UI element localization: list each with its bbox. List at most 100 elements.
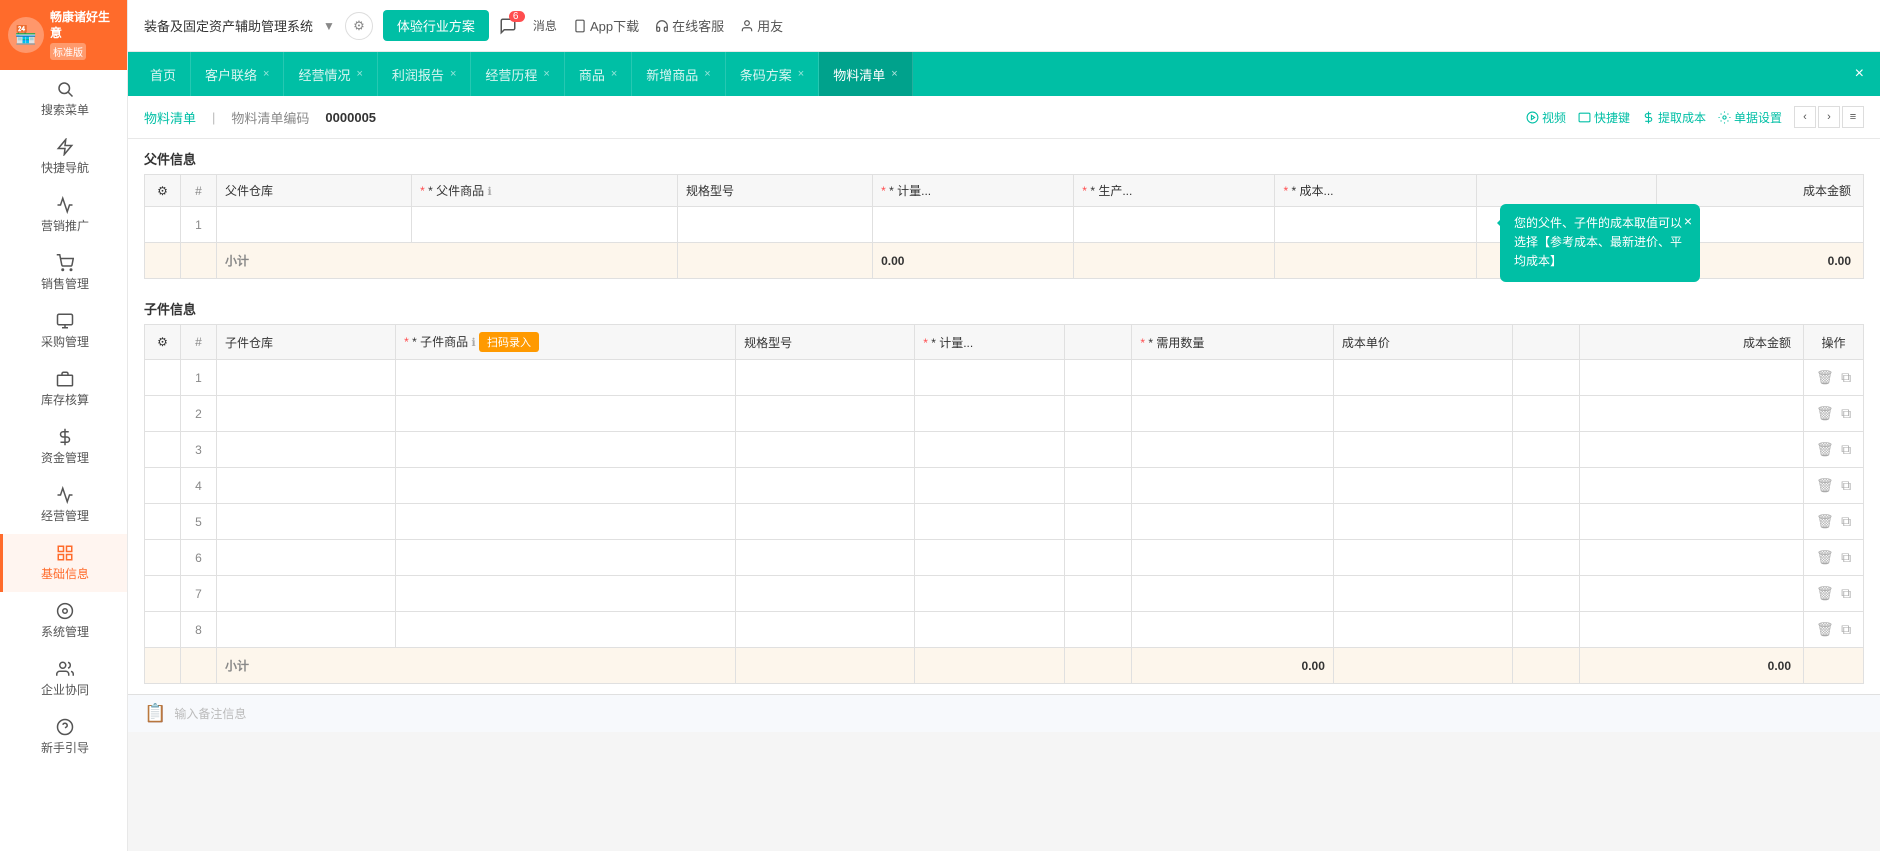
child-row-4: 4 🗑 ⧉: [145, 468, 1864, 504]
copy-icon-row7[interactable]: ⧉: [1839, 585, 1853, 601]
parent-subtotal-gear: [145, 243, 181, 279]
copy-icon-row1[interactable]: ⧉: [1839, 369, 1853, 385]
child-th-amount: 成本金额: [1580, 325, 1804, 360]
parent-th-extra: [1476, 175, 1656, 207]
sidebar-label-sales: 销售管理: [41, 275, 89, 292]
tooltip-close-icon[interactable]: ×: [1684, 210, 1692, 232]
sidebar-item-enterprise[interactable]: 企业协同: [0, 650, 127, 708]
copy-icon-row3[interactable]: ⧉: [1839, 441, 1853, 457]
nav-close-all[interactable]: ×: [1847, 65, 1872, 83]
message-icon-wrap[interactable]: 6: [499, 17, 517, 35]
app-name: 畅康诸好生意: [50, 10, 119, 41]
tab-barcode-close[interactable]: ×: [798, 68, 804, 80]
app-download-link[interactable]: App下载: [573, 16, 639, 35]
child-th-spec: 规格型号: [736, 325, 915, 360]
delete-icon-row7[interactable]: 🗑: [1814, 585, 1836, 601]
sidebar-item-finance[interactable]: 资金管理: [0, 418, 127, 476]
tab-bom[interactable]: 物料清单 ×: [819, 52, 912, 96]
parent-row1-warehouse[interactable]: [217, 207, 412, 243]
child-row-7: 7 🗑 ⧉: [145, 576, 1864, 612]
parent-th-gear[interactable]: ⚙: [145, 175, 181, 207]
tab-product[interactable]: 商品 ×: [565, 52, 632, 96]
note-placeholder[interactable]: 输入备注信息: [174, 705, 246, 722]
sidebar-item-search[interactable]: 搜索菜单: [0, 70, 127, 128]
child-th-op: 操作: [1804, 325, 1864, 360]
tooltip-box: × 您的父件、子件的成本取值可以选择【参考成本、最新进价、平均成本】: [1500, 204, 1700, 282]
tab-profit[interactable]: 利润报告 ×: [378, 52, 471, 96]
parent-row1-spec[interactable]: [677, 207, 872, 243]
next-btn[interactable]: ›: [1818, 106, 1840, 128]
delete-icon-row8[interactable]: 🗑: [1814, 621, 1836, 637]
sidebar-item-basicinfo[interactable]: 基础信息: [0, 534, 127, 592]
tab-customer-label: 客户联络: [205, 65, 257, 84]
tab-history[interactable]: 经营历程 ×: [471, 52, 564, 96]
sidebar-label-guide: 新手引导: [41, 739, 89, 756]
delete-icon-row5[interactable]: 🗑: [1814, 513, 1836, 529]
child-th-gear[interactable]: ⚙: [145, 325, 181, 360]
breadcrumb-sep: |: [212, 110, 215, 125]
parent-row1-gear: [145, 207, 181, 243]
settings-icon[interactable]: ⚙: [345, 12, 373, 40]
parent-row1-mfr[interactable]: [1074, 207, 1275, 243]
parent-subtotal-cost: [1275, 243, 1476, 279]
sidebar-label-inventory: 库存核算: [41, 391, 89, 408]
copy-icon-row8[interactable]: ⧉: [1839, 621, 1853, 637]
shortcut-link[interactable]: 快捷键: [1578, 109, 1630, 126]
sidebar-item-operations[interactable]: 经营管理: [0, 476, 127, 534]
sidebar-item-system[interactable]: 系统管理: [0, 592, 127, 650]
delete-icon-row3[interactable]: 🗑: [1814, 441, 1836, 457]
child-th-unitprice: 成本单价: [1333, 325, 1512, 360]
topbar-dropdown-icon[interactable]: ▼: [323, 19, 335, 33]
cost-link[interactable]: 提取成本: [1642, 109, 1706, 126]
settings-link[interactable]: 单据设置: [1718, 109, 1782, 126]
delete-icon-row4[interactable]: 🗑: [1814, 477, 1836, 493]
copy-icon-row5[interactable]: ⧉: [1839, 513, 1853, 529]
tab-bom-close[interactable]: ×: [891, 68, 897, 80]
user-link[interactable]: 用友: [740, 16, 783, 35]
prev-btn[interactable]: ‹: [1794, 106, 1816, 128]
delete-icon-row6[interactable]: 🗑: [1814, 549, 1836, 565]
copy-icon-row6[interactable]: ⧉: [1839, 549, 1853, 565]
view-link[interactable]: 视频: [1526, 109, 1566, 126]
tab-customer-close[interactable]: ×: [263, 68, 269, 80]
parent-th-spec: 规格型号: [677, 175, 872, 207]
list-btn[interactable]: ≡: [1842, 106, 1864, 128]
tab-home[interactable]: 首页: [136, 52, 191, 96]
copy-icon-row4[interactable]: ⧉: [1839, 477, 1853, 493]
tab-operations-label: 经营情况: [298, 65, 350, 84]
tab-customer[interactable]: 客户联络 ×: [191, 52, 284, 96]
online-service-link[interactable]: 在线客服: [655, 16, 724, 35]
parent-th-cost: * * 成本...: [1275, 175, 1476, 207]
sidebar-item-guide[interactable]: 新手引导: [0, 708, 127, 766]
tab-newproduct[interactable]: 新增商品 ×: [632, 52, 725, 96]
tab-product-close[interactable]: ×: [611, 68, 617, 80]
child-th-extra: [1065, 325, 1132, 360]
tab-operations-close[interactable]: ×: [356, 68, 362, 80]
child-th-product: * * 子件商品 ℹ 扫码录入: [396, 325, 736, 360]
child-th-unit: * * 计量...: [915, 325, 1065, 360]
sidebar-item-inventory[interactable]: 库存核算: [0, 360, 127, 418]
parent-row1-product[interactable]: [412, 207, 678, 243]
copy-icon-row2[interactable]: ⧉: [1839, 405, 1853, 421]
sidebar-item-quicknav[interactable]: 快捷导航: [0, 128, 127, 186]
delete-icon-row2[interactable]: 🗑: [1814, 405, 1836, 421]
breadcrumb-bom[interactable]: 物料清单: [144, 108, 196, 127]
user-label: 用友: [757, 16, 783, 35]
tab-operations[interactable]: 经营情况 ×: [284, 52, 377, 96]
sidebar-item-purchase[interactable]: 采购管理: [0, 302, 127, 360]
tab-newproduct-label: 新增商品: [646, 65, 698, 84]
sidebar-item-marketing[interactable]: 营销推广: [0, 186, 127, 244]
delete-icon-row1[interactable]: 🗑: [1814, 369, 1836, 385]
tab-newproduct-close[interactable]: ×: [704, 68, 710, 80]
parent-th-warehouse: 父件仓库: [217, 175, 412, 207]
tab-profit-close[interactable]: ×: [450, 68, 456, 80]
sidebar-item-sales[interactable]: 销售管理: [0, 244, 127, 302]
scan-button[interactable]: 扫码录入: [479, 332, 539, 352]
tab-barcode[interactable]: 条码方案 ×: [726, 52, 819, 96]
parent-row1-unit[interactable]: [873, 207, 1074, 243]
sidebar: 🏪 畅康诸好生意 标准版 搜索菜单 快捷导航 营销推广 销售管理 采购管理 库存…: [0, 0, 128, 851]
parent-row1-cost[interactable]: [1275, 207, 1476, 243]
content-area: 物料清单 | 物料清单编码 0000005 视频 快捷键 提取成本: [128, 96, 1880, 851]
tab-history-close[interactable]: ×: [543, 68, 549, 80]
trial-button[interactable]: 体验行业方案: [383, 10, 489, 41]
